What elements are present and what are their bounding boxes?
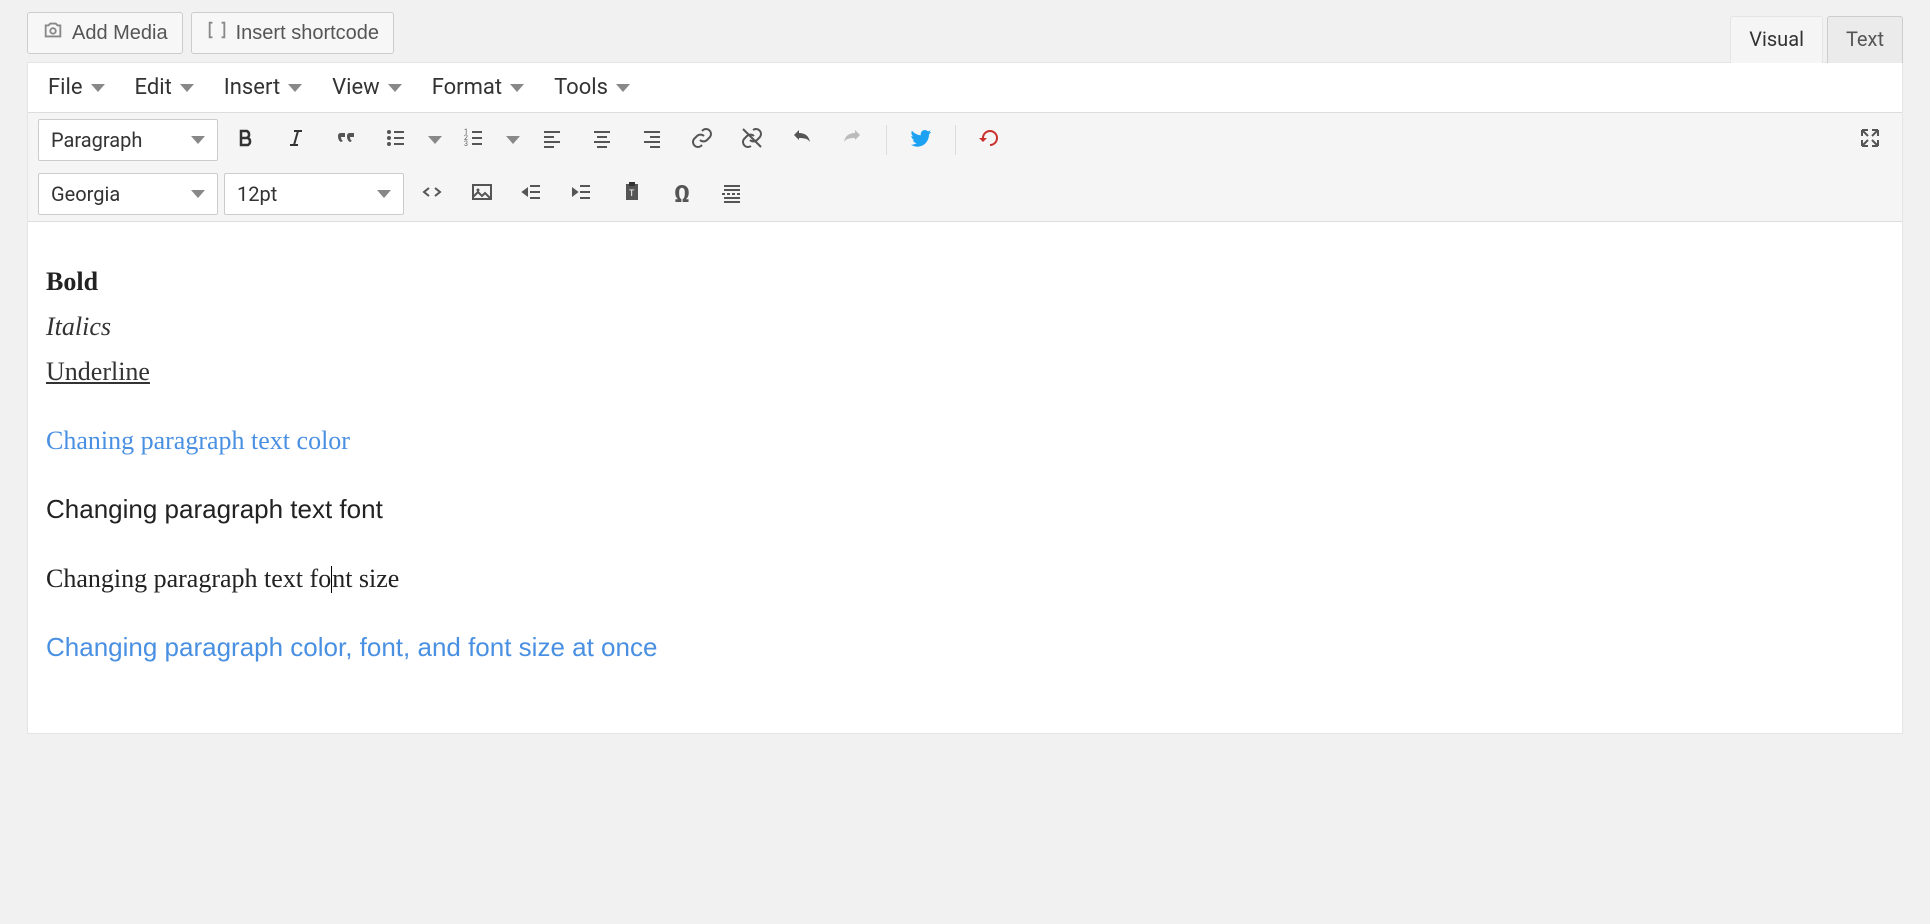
- chevron-down-icon: [191, 190, 205, 198]
- bullet-list-dropdown[interactable]: [424, 119, 446, 161]
- toolbar-separator: [886, 125, 887, 155]
- chevron-down-icon: [180, 84, 194, 92]
- chevron-down-icon: [428, 136, 442, 144]
- align-right-button[interactable]: [630, 119, 674, 161]
- refresh-button[interactable]: [968, 119, 1012, 161]
- paste-text-button[interactable]: T: [610, 173, 654, 215]
- twitter-icon: [909, 126, 933, 154]
- document-line[interactable]: Bold: [46, 262, 1884, 301]
- camera-music-icon: [42, 19, 64, 47]
- menu-tools[interactable]: Tools: [548, 71, 636, 104]
- document-line[interactable]: Underline: [46, 352, 1884, 391]
- fullscreen-button[interactable]: [1848, 119, 1892, 161]
- insert-shortcode-button[interactable]: Insert shortcode: [191, 12, 394, 54]
- indent-button[interactable]: [560, 173, 604, 215]
- read-more-button[interactable]: [710, 173, 754, 215]
- omega-icon: Ω: [674, 180, 690, 208]
- align-right-icon: [640, 126, 664, 154]
- menu-view[interactable]: View: [326, 71, 408, 104]
- ul-icon: [384, 126, 408, 154]
- numbered-list-dropdown[interactable]: [502, 119, 524, 161]
- shortcode-icon: [206, 19, 228, 47]
- font-size-select[interactable]: 12pt: [224, 173, 404, 215]
- blockquote-button[interactable]: [324, 119, 368, 161]
- code-icon: [420, 180, 444, 208]
- outdent-button[interactable]: [510, 173, 554, 215]
- toolbar-row-2: Georgia 12pt T Ω: [28, 167, 1902, 221]
- link-icon: [690, 126, 714, 154]
- svg-text:T: T: [629, 189, 635, 199]
- editor-menubar: File Edit Insert View Format Tools: [28, 63, 1902, 113]
- unlink-button[interactable]: [730, 119, 774, 161]
- redo-button[interactable]: [830, 119, 874, 161]
- tab-text[interactable]: Text: [1827, 16, 1903, 63]
- special-char-button[interactable]: Ω: [660, 173, 704, 215]
- chevron-down-icon: [377, 190, 391, 198]
- menu-insert[interactable]: Insert: [218, 71, 308, 104]
- menu-file[interactable]: File: [42, 71, 111, 104]
- quote-icon: [334, 126, 358, 154]
- source-code-button[interactable]: [410, 173, 454, 215]
- unlink-icon: [740, 126, 764, 154]
- link-button[interactable]: [680, 119, 724, 161]
- chevron-down-icon: [288, 84, 302, 92]
- bold-button[interactable]: [224, 119, 268, 161]
- ol-icon: 123: [462, 126, 486, 154]
- align-center-button[interactable]: [580, 119, 624, 161]
- numbered-list-button[interactable]: 123: [452, 119, 496, 161]
- toolbar-row-1: Paragraph 123: [28, 113, 1902, 167]
- chevron-down-icon: [510, 84, 524, 92]
- redo-icon: [840, 126, 864, 154]
- menu-edit[interactable]: Edit: [129, 71, 200, 104]
- font-family-select[interactable]: Georgia: [38, 173, 218, 215]
- font-family-value: Georgia: [51, 182, 120, 206]
- editor-mode-tabs: Visual Text: [1730, 16, 1903, 63]
- document-line[interactable]: Chaning paragraph text color: [46, 421, 1884, 460]
- italic-icon: [284, 126, 308, 154]
- font-size-value: 12pt: [237, 182, 277, 206]
- document-line[interactable]: Italics: [46, 307, 1884, 346]
- bold-icon: [234, 126, 258, 154]
- indent-icon: [570, 180, 594, 208]
- tab-visual[interactable]: Visual: [1730, 16, 1823, 63]
- toolbar-separator: [955, 125, 956, 155]
- refresh-icon: [978, 126, 1002, 154]
- clipboard-icon: T: [620, 180, 644, 208]
- add-media-label: Add Media: [72, 21, 168, 45]
- insert-image-button[interactable]: [460, 173, 504, 215]
- format-select[interactable]: Paragraph: [38, 119, 218, 161]
- align-left-icon: [540, 126, 564, 154]
- twitter-button[interactable]: [899, 119, 943, 161]
- svg-text:3: 3: [464, 140, 468, 148]
- undo-icon: [790, 126, 814, 154]
- document-line[interactable]: Changing paragraph text font: [46, 490, 1884, 529]
- readmore-icon: [720, 180, 744, 208]
- document-line[interactable]: Changing paragraph color, font, and font…: [46, 628, 1884, 667]
- chevron-down-icon: [388, 84, 402, 92]
- insert-shortcode-label: Insert shortcode: [236, 21, 379, 45]
- image-icon: [470, 180, 494, 208]
- editor-content[interactable]: Bold Italics Underline Chaning paragraph te…: [28, 222, 1902, 733]
- align-left-button[interactable]: [530, 119, 574, 161]
- align-center-icon: [590, 126, 614, 154]
- fullscreen-icon: [1858, 126, 1882, 154]
- chevron-down-icon: [506, 136, 520, 144]
- chevron-down-icon: [616, 84, 630, 92]
- add-media-button[interactable]: Add Media: [27, 12, 183, 54]
- format-select-value: Paragraph: [51, 128, 142, 152]
- chevron-down-icon: [191, 136, 205, 144]
- bullet-list-button[interactable]: [374, 119, 418, 161]
- menu-format[interactable]: Format: [426, 71, 530, 104]
- chevron-down-icon: [91, 84, 105, 92]
- outdent-icon: [520, 180, 544, 208]
- italic-button[interactable]: [274, 119, 318, 161]
- undo-button[interactable]: [780, 119, 824, 161]
- document-line[interactable]: Changing paragraph text font size: [46, 559, 1884, 598]
